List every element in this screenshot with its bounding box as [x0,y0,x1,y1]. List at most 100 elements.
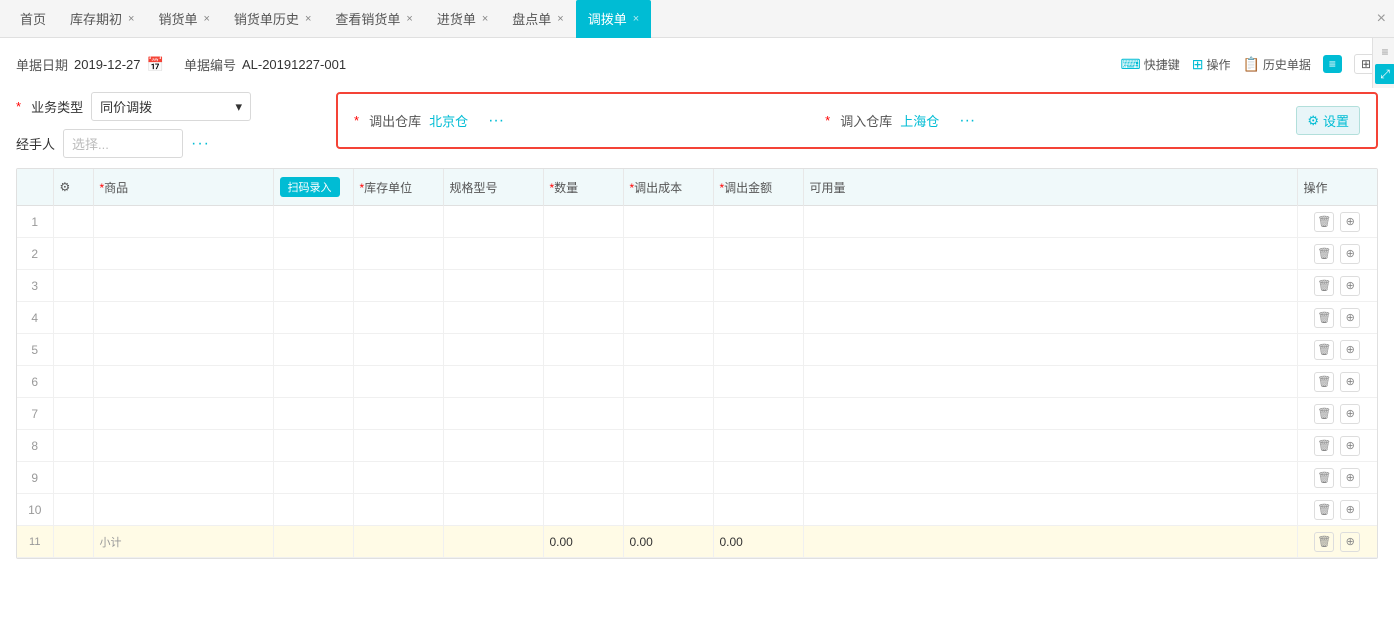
tab-close-transfer-order[interactable]: × [633,13,639,25]
sidebar-expand-icon[interactable]: ⤢ [1375,64,1394,84]
row-amount-cell[interactable] [713,462,803,494]
row-amount-cell[interactable] [713,494,803,526]
row-qty-cell[interactable] [543,494,623,526]
copy-icon[interactable]: ⊕ [1340,244,1360,264]
th-gear[interactable]: ⚙ [53,169,93,206]
copy-icon[interactable]: ⊕ [1340,372,1360,392]
row-spec-cell[interactable] [443,238,543,270]
calendar-icon[interactable]: 📅 [147,56,164,73]
doc-date-value[interactable]: 2019-12-27 [74,57,141,72]
tab-home[interactable]: 首页 [8,0,58,38]
row-amount-cell[interactable] [713,334,803,366]
row-product-cell[interactable] [93,302,273,334]
row-unit-cell[interactable] [353,366,443,398]
row-gear-cell[interactable] [53,430,93,462]
row-gear-cell[interactable] [53,334,93,366]
row-gear-cell[interactable] [53,398,93,430]
biz-type-select[interactable]: 同价调拨 ▾ [91,92,251,121]
warehouse-in-more-button[interactable]: ··· [959,112,975,130]
row-product-cell[interactable] [93,462,273,494]
row-gear-cell[interactable] [53,238,93,270]
row-cost-cell[interactable] [623,334,713,366]
shortcut-button[interactable]: ⌨ 快捷键 [1120,56,1179,73]
tab-sales-history[interactable]: 销货单历史× [222,0,323,38]
tab-close-inventory-init[interactable]: × [128,13,134,25]
row-amount-cell[interactable] [713,302,803,334]
delete-icon[interactable]: 🗑 [1314,244,1334,264]
handler-more-button[interactable]: ··· [191,135,210,153]
delete-icon[interactable]: 🗑 [1314,500,1334,520]
row-unit-cell[interactable] [353,302,443,334]
row-gear-cell[interactable] [53,270,93,302]
tab-close-inventory-count[interactable]: × [557,13,563,25]
copy-icon[interactable]: ⊕ [1340,404,1360,424]
row-product-cell[interactable] [93,206,273,238]
row-unit-cell[interactable] [353,238,443,270]
delete-icon[interactable]: 🗑 [1314,372,1334,392]
row-amount-cell[interactable] [713,270,803,302]
row-unit-cell[interactable] [353,334,443,366]
row-cost-cell[interactable] [623,462,713,494]
warehouse-out-more-button[interactable]: ··· [488,112,504,130]
delete-icon[interactable]: 🗑 [1314,276,1334,296]
history-button[interactable]: 📋 历史单据 [1242,56,1310,73]
row-product-cell[interactable] [93,366,273,398]
copy-icon[interactable]: ⊕ [1340,500,1360,520]
row-unit-cell[interactable] [353,462,443,494]
row-spec-cell[interactable] [443,302,543,334]
row-gear-cell[interactable] [53,494,93,526]
row-product-cell[interactable] [93,430,273,462]
row-qty-cell[interactable] [543,462,623,494]
row-spec-cell[interactable] [443,398,543,430]
delete-icon[interactable]: 🗑 [1314,468,1334,488]
handler-select[interactable]: 选择... [63,129,183,158]
row-cost-cell[interactable] [623,302,713,334]
scan-button[interactable]: 扫码录入 [280,177,340,197]
row-qty-cell[interactable] [543,206,623,238]
row-spec-cell[interactable] [443,366,543,398]
row-spec-cell[interactable] [443,430,543,462]
row-cost-cell[interactable] [623,238,713,270]
warehouse-in-value[interactable]: 上海仓 [900,111,939,130]
tab-view-sales[interactable]: 查看销货单× [323,0,424,38]
row-qty-cell[interactable] [543,334,623,366]
row-spec-cell[interactable] [443,494,543,526]
operation-button[interactable]: ⊞ 操作 [1192,56,1231,73]
row-cost-cell[interactable] [623,270,713,302]
row-cost-cell[interactable] [623,398,713,430]
tab-purchase-order[interactable]: 进货单× [425,0,500,38]
tab-transfer-order[interactable]: 调拨单× [576,0,651,38]
delete-icon[interactable]: 🗑 [1314,404,1334,424]
delete-icon[interactable]: 🗑 [1314,340,1334,360]
row-gear-cell[interactable] [53,462,93,494]
delete-icon[interactable]: 🗑 [1314,308,1334,328]
layout1-button[interactable]: ≡ [1323,55,1342,73]
row-product-cell[interactable] [93,398,273,430]
row-gear-cell[interactable] [53,206,93,238]
row-product-cell[interactable] [93,270,273,302]
delete-icon[interactable]: 🗑 [1314,532,1334,552]
row-unit-cell[interactable] [353,398,443,430]
tab-inventory-count[interactable]: 盘点单× [500,0,575,38]
copy-icon[interactable]: ⊕ [1340,308,1360,328]
tab-sales-order[interactable]: 销货单× [146,0,221,38]
tab-close-sales-order[interactable]: × [203,13,209,25]
copy-icon[interactable]: ⊕ [1340,276,1360,296]
row-cost-cell[interactable] [623,206,713,238]
sidebar-list-icon[interactable]: ≡ [1375,42,1394,62]
tab-inventory-init[interactable]: 库存期初× [58,0,146,38]
tab-close-view-sales[interactable]: × [406,13,412,25]
copy-icon[interactable]: ⊕ [1340,436,1360,456]
close-all-button[interactable]: × [1377,10,1386,28]
row-spec-cell[interactable] [443,462,543,494]
row-spec-cell[interactable] [443,334,543,366]
row-amount-cell[interactable] [713,238,803,270]
row-qty-cell[interactable] [543,238,623,270]
copy-icon[interactable]: ⊕ [1340,340,1360,360]
row-cost-cell[interactable] [623,430,713,462]
row-qty-cell[interactable] [543,366,623,398]
row-amount-cell[interactable] [713,398,803,430]
tab-close-sales-history[interactable]: × [305,13,311,25]
settings-button[interactable]: ⚙ 设置 [1296,106,1360,135]
delete-icon[interactable]: 🗑 [1314,436,1334,456]
